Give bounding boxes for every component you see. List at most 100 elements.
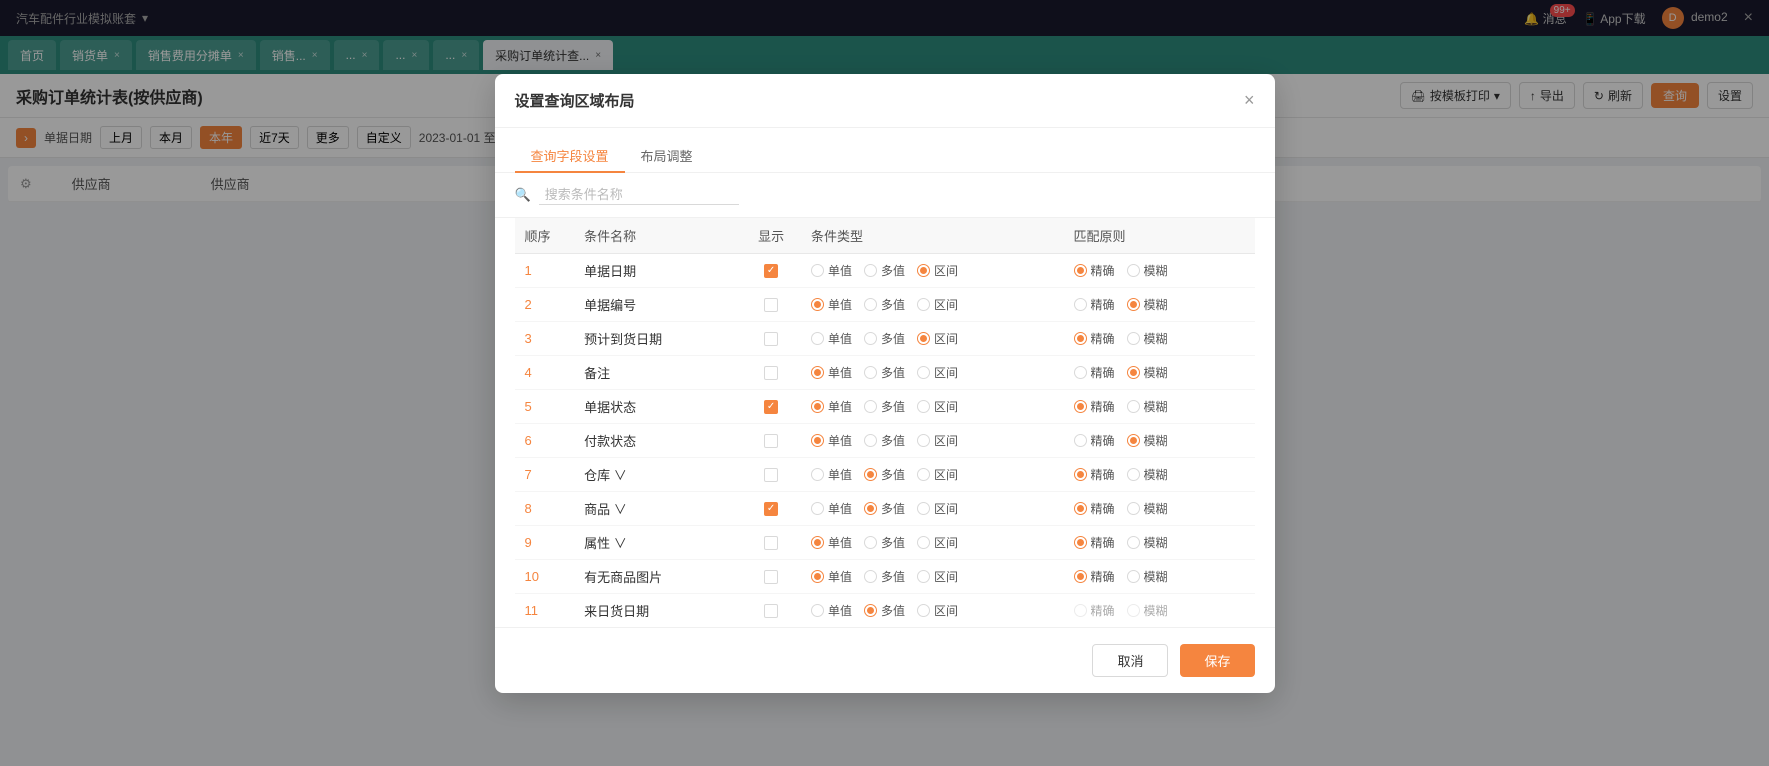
type-radio-单值[interactable]: 单值 [811,568,852,585]
type-radio-区间[interactable]: 区间 [917,534,958,551]
match-radio-模糊[interactable]: 模糊 [1127,534,1168,551]
match-radio-精确[interactable]: 精确 [1074,568,1115,585]
dialog-footer: 取消 保存 [495,627,1275,693]
row-display[interactable] [741,287,801,321]
display-checkbox[interactable] [764,502,778,516]
cancel-button[interactable]: 取消 [1092,644,1168,677]
table-row: 7仓库 ∨单值多值区间精确模糊 [515,457,1255,491]
dialog-search-area: 🔍 [495,173,1275,218]
match-radio-模糊[interactable]: 模糊 [1127,364,1168,381]
match-radio-模糊[interactable]: 模糊 [1127,568,1168,585]
match-radio-精确[interactable]: 精确 [1074,296,1115,313]
row-order: 4 [515,355,575,389]
match-radio-精确[interactable]: 精确 [1074,432,1115,449]
search-input[interactable] [539,185,739,205]
dialog-overlay: 设置查询区域布局 × 查询字段设置 布局调整 🔍 顺序 条件名称 [0,0,1769,766]
row-type: 单值多值区间 [801,321,1064,355]
type-radio-单值[interactable]: 单值 [811,262,852,279]
row-match: 精确模糊 [1064,559,1255,593]
row-type: 单值多值区间 [801,491,1064,525]
row-name: 备注 [574,355,741,389]
type-radio-区间[interactable]: 区间 [917,398,958,415]
row-display[interactable] [741,491,801,525]
type-radio-区间[interactable]: 区间 [917,500,958,517]
match-radio-精确[interactable]: 精确 [1074,500,1115,517]
type-radio-多值[interactable]: 多值 [864,534,905,551]
match-radio-模糊[interactable]: 模糊 [1127,296,1168,313]
type-radio-多值[interactable]: 多值 [864,602,905,619]
row-display[interactable] [741,457,801,491]
type-radio-多值[interactable]: 多值 [864,330,905,347]
row-display[interactable] [741,253,801,287]
display-checkbox[interactable] [764,468,778,482]
match-radio-模糊[interactable]: 模糊 [1127,262,1168,279]
type-radio-区间[interactable]: 区间 [917,296,958,313]
match-radio-精确[interactable]: 精确 [1074,364,1115,381]
type-radio-多值[interactable]: 多值 [864,500,905,517]
type-radio-多值[interactable]: 多值 [864,398,905,415]
display-checkbox[interactable] [764,366,778,380]
row-name: 预计到货日期 [574,321,741,355]
row-display[interactable] [741,355,801,389]
type-radio-区间[interactable]: 区间 [917,432,958,449]
match-radio-精确[interactable]: 精确 [1074,602,1115,619]
type-radio-单值[interactable]: 单值 [811,602,852,619]
display-checkbox[interactable] [764,298,778,312]
type-radio-区间[interactable]: 区间 [917,466,958,483]
radio-circle [811,298,824,311]
match-radio-模糊[interactable]: 模糊 [1127,432,1168,449]
type-radio-区间[interactable]: 区间 [917,262,958,279]
type-radio-多值[interactable]: 多值 [864,296,905,313]
radio-circle [864,502,877,515]
type-radio-多值[interactable]: 多值 [864,568,905,585]
type-radio-多值[interactable]: 多值 [864,364,905,381]
row-display[interactable] [741,389,801,423]
row-display[interactable] [741,559,801,593]
dialog-tab-layout[interactable]: 布局调整 [625,140,709,173]
type-radio-多值[interactable]: 多值 [864,466,905,483]
match-radio-精确[interactable]: 精确 [1074,330,1115,347]
type-radio-多值[interactable]: 多值 [864,432,905,449]
type-radio-区间[interactable]: 区间 [917,602,958,619]
radio-circle [1074,570,1087,583]
type-radio-单值[interactable]: 单值 [811,296,852,313]
match-radio-模糊[interactable]: 模糊 [1127,466,1168,483]
dialog-tab-query-fields[interactable]: 查询字段设置 [515,140,625,173]
row-match: 精确模糊 [1064,593,1255,627]
match-radio-模糊[interactable]: 模糊 [1127,398,1168,415]
display-checkbox[interactable] [764,570,778,584]
type-radio-区间[interactable]: 区间 [917,568,958,585]
type-radio-单值[interactable]: 单值 [811,466,852,483]
type-radio-单值[interactable]: 单值 [811,534,852,551]
match-radio-精确[interactable]: 精确 [1074,466,1115,483]
type-radio-单值[interactable]: 单值 [811,398,852,415]
display-checkbox[interactable] [764,332,778,346]
table-row: 8商品 ∨单值多值区间精确模糊 [515,491,1255,525]
type-radio-单值[interactable]: 单值 [811,330,852,347]
match-radio-精确[interactable]: 精确 [1074,398,1115,415]
match-radio-模糊[interactable]: 模糊 [1127,500,1168,517]
row-display[interactable] [741,525,801,559]
type-radio-多值[interactable]: 多值 [864,262,905,279]
row-display[interactable] [741,423,801,457]
table-row: 11来日货日期单值多值区间精确模糊 [515,593,1255,627]
display-checkbox[interactable] [764,536,778,550]
dialog-close-button[interactable]: × [1244,91,1255,109]
display-checkbox[interactable] [764,264,778,278]
row-order: 2 [515,287,575,321]
match-radio-精确[interactable]: 精确 [1074,534,1115,551]
row-display[interactable] [741,321,801,355]
row-display[interactable] [741,593,801,627]
match-radio-模糊[interactable]: 模糊 [1127,602,1168,619]
type-radio-单值[interactable]: 单值 [811,364,852,381]
save-button[interactable]: 保存 [1180,644,1254,677]
type-radio-单值[interactable]: 单值 [811,432,852,449]
match-radio-模糊[interactable]: 模糊 [1127,330,1168,347]
display-checkbox[interactable] [764,604,778,618]
type-radio-单值[interactable]: 单值 [811,500,852,517]
display-checkbox[interactable] [764,400,778,414]
type-radio-区间[interactable]: 区间 [917,364,958,381]
match-radio-精确[interactable]: 精确 [1074,262,1115,279]
display-checkbox[interactable] [764,434,778,448]
type-radio-区间[interactable]: 区间 [917,330,958,347]
